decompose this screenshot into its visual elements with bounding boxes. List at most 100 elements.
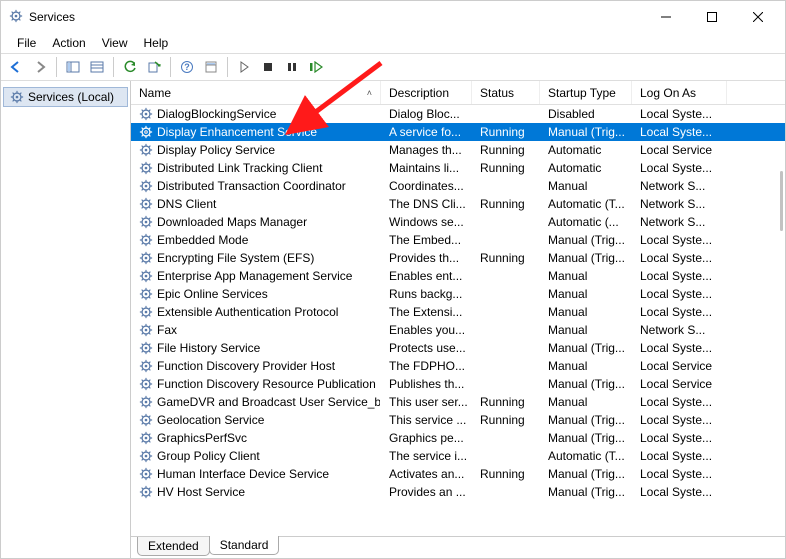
properties-button[interactable] [200, 56, 222, 78]
tab-extended[interactable]: Extended [137, 537, 210, 556]
table-row[interactable]: DNS ClientThe DNS Cli...RunningAutomatic… [131, 195, 785, 213]
table-row[interactable]: Display Enhancement ServiceA service fo.… [131, 123, 785, 141]
col-description[interactable]: Description [381, 81, 472, 104]
table-row[interactable]: DialogBlockingServiceDialog Bloc...Disab… [131, 105, 785, 123]
service-status [472, 185, 540, 187]
table-row[interactable]: Function Discovery Resource PublicationP… [131, 375, 785, 393]
pause-service-button[interactable] [281, 56, 303, 78]
service-logon: Local Syste... [632, 268, 727, 284]
minimize-button[interactable] [643, 2, 689, 32]
service-name: DialogBlockingService [157, 107, 276, 121]
col-status[interactable]: Status [472, 81, 540, 104]
start-service-button[interactable] [233, 56, 255, 78]
table-row[interactable]: Encrypting File System (EFS)Provides th.… [131, 249, 785, 267]
service-startup: Manual (Trig... [540, 250, 632, 266]
menu-action[interactable]: Action [44, 35, 93, 51]
svg-text:?: ? [184, 62, 190, 72]
close-button[interactable] [735, 2, 781, 32]
table-row[interactable]: HV Host ServiceProvides an ...Manual (Tr… [131, 483, 785, 501]
stop-service-button[interactable] [257, 56, 279, 78]
table-row[interactable]: Distributed Link Tracking ClientMaintain… [131, 159, 785, 177]
sort-asc-icon: ˄ [367, 88, 372, 98]
table-row[interactable]: FaxEnables you...ManualNetwork S... [131, 321, 785, 339]
maximize-button[interactable] [689, 2, 735, 32]
service-name: File History Service [157, 341, 260, 355]
service-icon [139, 161, 153, 175]
service-logon: Local Syste... [632, 466, 727, 482]
col-name[interactable]: Name˄ [131, 81, 381, 104]
service-name: GraphicsPerfSvc [157, 431, 247, 445]
service-status: Running [472, 160, 540, 176]
service-name: Epic Online Services [157, 287, 268, 301]
service-name: Fax [157, 323, 177, 337]
table-row[interactable]: GraphicsPerfSvcGraphics pe...Manual (Tri… [131, 429, 785, 447]
service-icon [139, 449, 153, 463]
service-startup: Manual (Trig... [540, 232, 632, 248]
service-status: Running [472, 124, 540, 140]
forward-button[interactable] [29, 56, 51, 78]
table-row[interactable]: File History ServiceProtects use...Manua… [131, 339, 785, 357]
service-icon [139, 125, 153, 139]
table-row[interactable]: Embedded ModeThe Embed...Manual (Trig...… [131, 231, 785, 249]
service-icon [139, 431, 153, 445]
service-desc: Protects use... [381, 340, 472, 356]
service-desc: The DNS Cli... [381, 196, 472, 212]
service-startup: Manual [540, 322, 632, 338]
export-button[interactable] [143, 56, 165, 78]
service-startup: Manual [540, 358, 632, 374]
service-startup: Manual [540, 178, 632, 194]
main-split: Services (Local) Name˄ Description Statu… [1, 81, 785, 558]
table-row[interactable]: Enterprise App Management ServiceEnables… [131, 267, 785, 285]
table-row[interactable]: GameDVR and Broadcast User Service_bdbf9… [131, 393, 785, 411]
table-row[interactable]: Geolocation ServiceThis service ...Runni… [131, 411, 785, 429]
table-row[interactable]: Extensible Authentication ProtocolThe Ex… [131, 303, 785, 321]
table-row[interactable]: Epic Online ServicesRuns backg...ManualL… [131, 285, 785, 303]
service-status [472, 221, 540, 223]
nav-label: Services (Local) [28, 90, 114, 104]
service-status: Running [472, 196, 540, 212]
menu-file[interactable]: File [9, 35, 44, 51]
col-startup[interactable]: Startup Type [540, 81, 632, 104]
service-icon [139, 305, 153, 319]
table-row[interactable]: Group Policy ClientThe service i...Autom… [131, 447, 785, 465]
service-status [472, 275, 540, 277]
back-button[interactable] [5, 56, 27, 78]
service-logon: Network S... [632, 196, 727, 212]
service-desc: Provides an ... [381, 484, 472, 500]
service-startup: Manual (Trig... [540, 484, 632, 500]
tab-standard[interactable]: Standard [209, 536, 280, 555]
service-status [472, 293, 540, 295]
table-row[interactable]: Display Policy ServiceManages th...Runni… [131, 141, 785, 159]
service-logon: Network S... [632, 214, 727, 230]
service-name: Distributed Transaction Coordinator [157, 179, 346, 193]
service-startup: Automatic [540, 160, 632, 176]
service-logon: Local Syste... [632, 412, 727, 428]
table-row[interactable]: Downloaded Maps ManagerWindows se...Auto… [131, 213, 785, 231]
service-status [472, 383, 540, 385]
service-status: Running [472, 250, 540, 266]
service-name: Enterprise App Management Service [157, 269, 352, 283]
service-desc: Maintains li... [381, 160, 472, 176]
refresh-button[interactable] [119, 56, 141, 78]
col-logon[interactable]: Log On As [632, 81, 727, 104]
service-status [472, 455, 540, 457]
menu-help[interactable]: Help [136, 35, 177, 51]
service-icon [139, 341, 153, 355]
table-row[interactable]: Function Discovery Provider HostThe FDPH… [131, 357, 785, 375]
restart-service-button[interactable] [305, 56, 327, 78]
service-name: Extensible Authentication Protocol [157, 305, 338, 319]
list-body[interactable]: DialogBlockingServiceDialog Bloc...Disab… [131, 105, 785, 536]
show-hide-tree-button[interactable] [62, 56, 84, 78]
table-row[interactable]: Human Interface Device ServiceActivates … [131, 465, 785, 483]
service-icon [139, 233, 153, 247]
help-button[interactable]: ? [176, 56, 198, 78]
details-view-button[interactable] [86, 56, 108, 78]
menu-view[interactable]: View [94, 35, 136, 51]
service-icon [139, 413, 153, 427]
service-name: Function Discovery Resource Publication [157, 377, 376, 391]
service-startup: Manual [540, 394, 632, 410]
nav-services-local[interactable]: Services (Local) [3, 87, 128, 107]
service-icon [139, 269, 153, 283]
service-logon: Network S... [632, 322, 727, 338]
table-row[interactable]: Distributed Transaction CoordinatorCoord… [131, 177, 785, 195]
